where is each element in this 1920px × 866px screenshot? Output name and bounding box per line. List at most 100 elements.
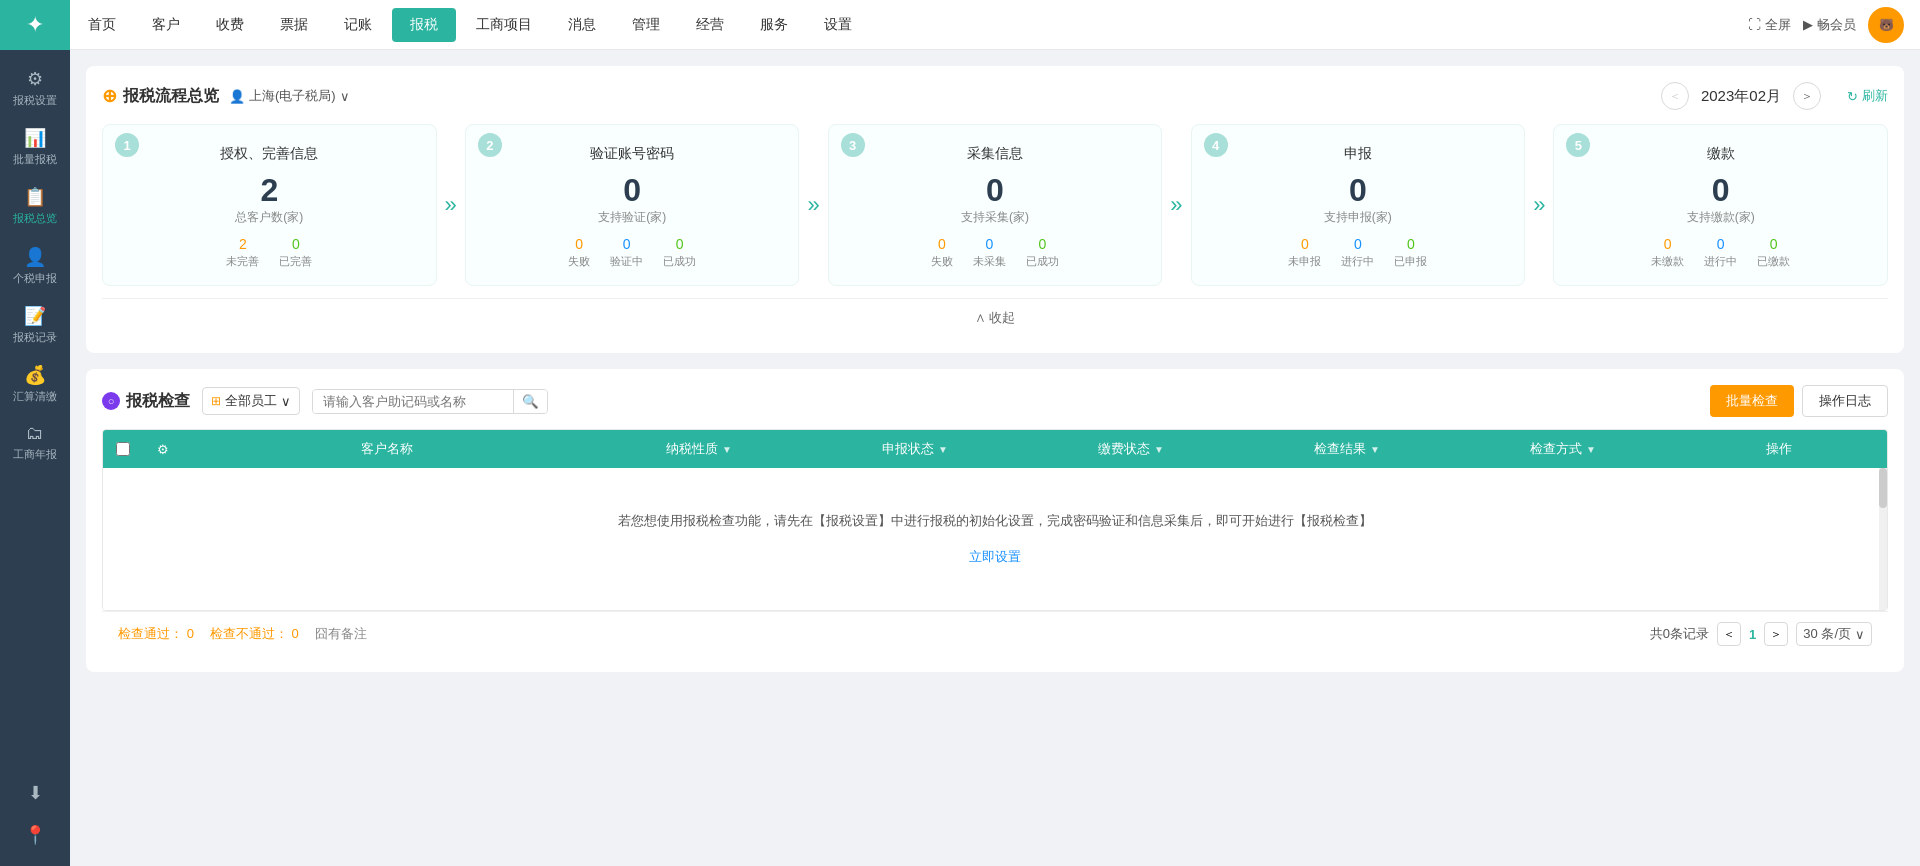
sidebar-item-tax-overview[interactable]: 📋 报税总览	[0, 176, 70, 235]
th-checkbox[interactable]	[103, 432, 143, 466]
nav-business[interactable]: 工商项目	[458, 0, 550, 49]
sidebar-item-personal-tax[interactable]: 👤 个税申报	[0, 236, 70, 295]
pass-count[interactable]: 0	[187, 626, 194, 641]
step-4-stat-1: 0 进行中	[1341, 236, 1374, 269]
fullscreen-btn[interactable]: ⛶ 全屏	[1748, 16, 1791, 34]
step-5-stat-2-num[interactable]: 0	[1770, 236, 1778, 252]
th-customer-name: 客户名称	[183, 430, 591, 468]
scrollbar-track[interactable]	[1879, 468, 1887, 610]
per-page-select[interactable]: 30 条/页 ∨	[1796, 622, 1872, 646]
employee-filter[interactable]: ⊞ 全部员工 ∨	[202, 387, 300, 415]
step-2-stat-0: 0 失败	[568, 236, 590, 269]
next-page-btn[interactable]: ＞	[1764, 622, 1788, 646]
step-4-stats: 0 未申报 0 进行中 0 已申报	[1208, 236, 1509, 269]
th-declare-status-label: 申报状态	[882, 440, 934, 458]
step-4-stat-2: 0 已申报	[1394, 236, 1427, 269]
nav-manage[interactable]: 管理	[614, 0, 678, 49]
step-3-stat-1-num[interactable]: 0	[986, 236, 994, 252]
step-5-title: 缴款	[1570, 145, 1871, 163]
step-4-stat-1-num[interactable]: 0	[1354, 236, 1362, 252]
th-operations: 操作	[1671, 430, 1887, 468]
step-3-stat-2: 0 已成功	[1026, 236, 1059, 269]
nav-service[interactable]: 服务	[742, 0, 806, 49]
personal-tax-icon: 👤	[24, 246, 46, 268]
chevron-up-icon: ∧	[975, 310, 986, 325]
th-check-method-filter-icon[interactable]: ▼	[1586, 444, 1596, 455]
step-3-stat-2-num[interactable]: 0	[1039, 236, 1047, 252]
total-label: 共0条记录	[1650, 625, 1709, 643]
step-4-stat-2-num[interactable]: 0	[1407, 236, 1415, 252]
step-2-stat-2-num[interactable]: 0	[676, 236, 684, 252]
step-5-stat-1-label: 进行中	[1704, 254, 1737, 269]
th-tax-type-filter-icon[interactable]: ▼	[722, 444, 732, 455]
next-month-btn[interactable]: ＞	[1793, 82, 1821, 110]
th-pay-status-filter-icon[interactable]: ▼	[1154, 444, 1164, 455]
sidebar-item-download[interactable]: ⬇	[24, 772, 46, 814]
nav-message[interactable]: 消息	[550, 0, 614, 49]
th-check-result-filter-icon[interactable]: ▼	[1370, 444, 1380, 455]
sidebar-item-batch-tax[interactable]: 📊 批量报税	[0, 117, 70, 176]
step-2-stat-0-num[interactable]: 0	[575, 236, 583, 252]
search-button[interactable]: 🔍	[513, 390, 547, 413]
search-input[interactable]	[313, 390, 513, 413]
sidebar-item-annual-report[interactable]: 🗂 工商年报	[0, 413, 70, 471]
step-5-stat-1-num[interactable]: 0	[1717, 236, 1725, 252]
nav-customer[interactable]: 客户	[134, 0, 198, 49]
th-gear[interactable]: ⚙	[143, 432, 183, 467]
play-icon: ▶	[1803, 17, 1813, 32]
step-1-title: 授权、完善信息	[119, 145, 420, 163]
sidebar-item-tax-record[interactable]: 📝 报税记录	[0, 295, 70, 354]
vip-btn[interactable]: ▶ 畅会员	[1803, 16, 1856, 34]
nav-invoice[interactable]: 票据	[262, 0, 326, 49]
step-3-stat-0-num[interactable]: 0	[938, 236, 946, 252]
step-3-stat-0: 0 失败	[931, 236, 953, 269]
prev-month-btn[interactable]: ＜	[1661, 82, 1689, 110]
step-4-stat-0-num[interactable]: 0	[1301, 236, 1309, 252]
th-declare-status-filter-icon[interactable]: ▼	[938, 444, 948, 455]
step-2-stat-1-num[interactable]: 0	[623, 236, 631, 252]
batch-check-btn[interactable]: 批量检查	[1710, 385, 1794, 417]
month-text: 2023年02月	[1701, 87, 1781, 106]
step-arrow-2: »	[799, 124, 827, 286]
sidebar-annual-report-label: 工商年报	[13, 448, 57, 461]
collapse-btn[interactable]: ∧ 收起	[102, 298, 1888, 337]
th-pay-status: 缴费状态 ▼	[1023, 430, 1239, 468]
nav-home[interactable]: 首页	[70, 0, 134, 49]
sidebar-tax-overview-label: 报税总览	[13, 212, 57, 225]
sidebar-item-location[interactable]: 📍	[24, 814, 46, 856]
location-tag[interactable]: 👤 上海(电子税局) ∨	[229, 87, 350, 105]
step-5-count: 0	[1570, 171, 1871, 209]
step-3-card: 3 采集信息 0 支持采集(家) 0 失败 0 未采集 0 已成功	[828, 124, 1163, 286]
setup-link[interactable]: 立即设置	[969, 549, 1021, 564]
sidebar-item-tax-settings[interactable]: ⚙ 报税设置	[0, 58, 70, 117]
step-2-title: 验证账号密码	[482, 145, 783, 163]
refresh-btn[interactable]: ↻ 刷新	[1847, 87, 1888, 105]
current-page: 1	[1749, 627, 1756, 642]
step-4-card: 4 申报 0 支持申报(家) 0 未申报 0 进行中 0 已申报	[1191, 124, 1526, 286]
step-1-stat-1-num[interactable]: 0	[292, 236, 300, 252]
fail-count[interactable]: 0	[291, 626, 298, 641]
nav-tax[interactable]: 报税	[392, 8, 456, 42]
operation-log-btn[interactable]: 操作日志	[1802, 385, 1888, 417]
sidebar-item-annual-settlement[interactable]: 💰 汇算清缴	[0, 354, 70, 413]
select-all-checkbox[interactable]	[116, 442, 130, 456]
nav-bookkeeping[interactable]: 记账	[326, 0, 390, 49]
step-2-stat-1-label: 验证中	[610, 254, 643, 269]
step-3-desc: 支持采集(家)	[845, 209, 1146, 226]
gear-icon: ⚙	[157, 442, 169, 457]
scrollbar-thumb[interactable]	[1879, 468, 1887, 508]
step-5-stat-0-num[interactable]: 0	[1664, 236, 1672, 252]
step-2-stat-0-label: 失败	[568, 254, 590, 269]
month-nav: ＜ 2023年02月 ＞	[1661, 82, 1821, 110]
step-5-stat-0: 0 未缴款	[1651, 236, 1684, 269]
batch-tax-icon: 📊	[24, 127, 46, 149]
step-4-title: 申报	[1208, 145, 1509, 163]
prev-page-btn[interactable]: ＜	[1717, 622, 1741, 646]
nav-fee[interactable]: 收费	[198, 0, 262, 49]
step-5-card: 5 缴款 0 支持缴款(家) 0 未缴款 0 进行中 0 已缴款	[1553, 124, 1888, 286]
step-1-stat-1-label: 已完善	[279, 254, 312, 269]
nav-settings[interactable]: 设置	[806, 0, 870, 49]
step-3-stat-0-label: 失败	[931, 254, 953, 269]
nav-operation[interactable]: 经营	[678, 0, 742, 49]
step-1-stat-0-num[interactable]: 2	[239, 236, 247, 252]
